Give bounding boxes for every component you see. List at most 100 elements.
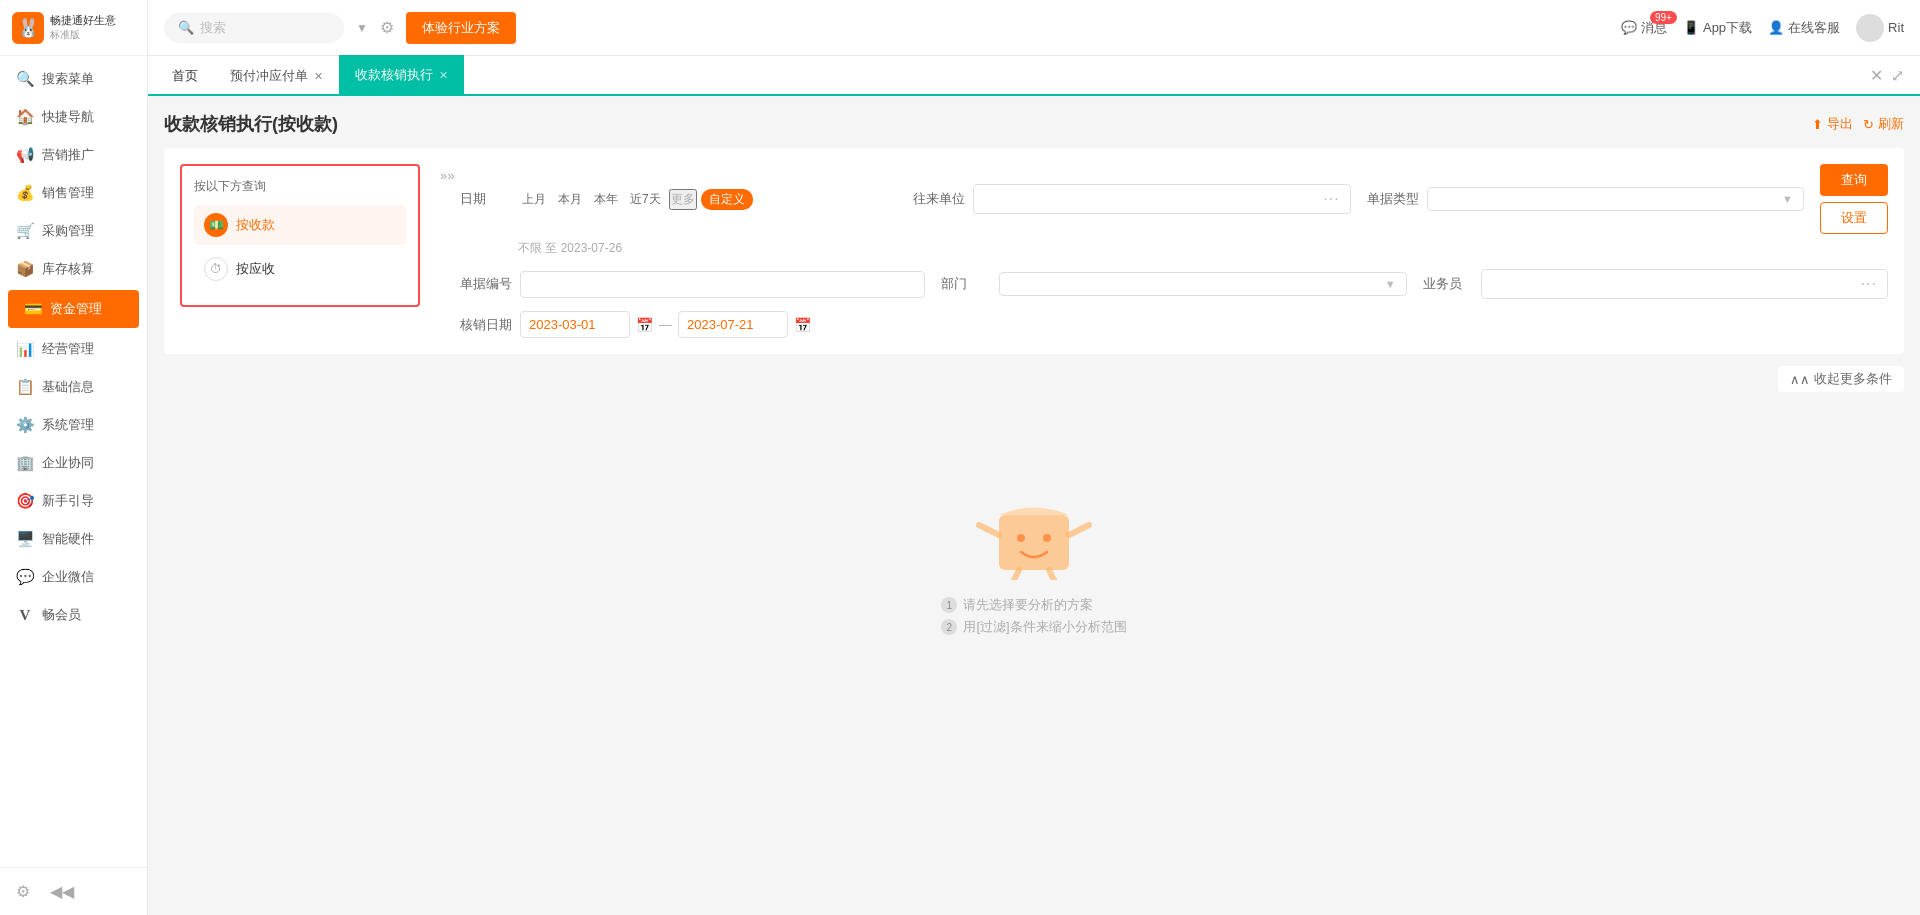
sidebar-item-finance[interactable]: 💳 资金管理 [8,290,139,328]
staff-select[interactable]: ··· [1481,269,1888,299]
counterparty-select[interactable]: ··· [973,184,1350,214]
marketing-icon: 📢 [16,146,34,164]
bill-type-label: 单据类型 [1367,190,1419,208]
settings-gear-icon[interactable]: ⚙ [16,882,30,901]
user-profile[interactable]: Rit [1856,14,1904,42]
home-icon: 🏠 [16,108,34,126]
system-icon: ⚙️ [16,416,34,434]
app-download-button[interactable]: 📱 App下载 [1683,19,1752,37]
sidebar-item-label: 资金管理 [50,300,102,318]
date-this-year-btn[interactable]: 本年 [590,189,622,210]
sidebar-item-system[interactable]: ⚙️ 系统管理 [0,406,147,444]
tab-prepay-close-icon[interactable]: ✕ [314,70,323,83]
finance-icon: 💳 [24,300,42,318]
app-download-icon: 📱 [1683,20,1699,35]
app-download-label: App下载 [1703,19,1752,37]
date-this-month-btn[interactable]: 本月 [554,189,586,210]
collapse-sidebar-icon[interactable]: ◀◀ [50,882,74,901]
sidebar-item-nav[interactable]: 🏠 快捷导航 [0,98,147,136]
expand-tab-icon[interactable]: ⤢ [1891,66,1904,85]
sidebar-item-vip[interactable]: V 畅会员 [0,596,147,634]
wechat-icon: 💬 [16,568,34,586]
sidebar-menu: 🔍 搜索菜单 🏠 快捷导航 📢 营销推广 💰 销售管理 🛒 采购管理 📦 库存核… [0,56,147,867]
enterprise-icon: 🏢 [16,454,34,472]
verify-date-label: 核销日期 [460,316,512,334]
sidebar-item-hardware[interactable]: 🖥️ 智能硬件 [0,520,147,558]
sidebar-item-label: 快捷导航 [42,108,94,126]
topbar-dropdown-icon[interactable]: ▼ [356,21,368,35]
date-more-btn[interactable]: 更多 [669,189,697,210]
date-last-month-btn[interactable]: 上月 [518,189,550,210]
sidebar-item-guide[interactable]: 🎯 新手引导 [0,482,147,520]
sidebar-item-enterprise[interactable]: 🏢 企业协同 [0,444,147,482]
filter-option-by-payment[interactable]: 💵 按收款 [194,205,406,245]
search-placeholder: 搜索 [200,19,226,37]
sidebar-item-inventory[interactable]: 📦 库存核算 [0,250,147,288]
bill-no-input[interactable] [520,271,925,298]
service-label: 在线客服 [1788,19,1840,37]
bill-type-arrow-icon: ▼ [1782,193,1793,205]
verify-date-group: 📅 — 📅 [520,311,1307,338]
bill-no-label: 单据编号 [460,275,512,293]
filter-staff-cell: 业务员 ··· [1423,269,1888,299]
tab-home[interactable]: 首页 [156,55,214,95]
date-custom-btn[interactable]: 自定义 [701,189,753,210]
sidebar-item-marketing[interactable]: 📢 营销推广 [0,136,147,174]
tabbar-actions: ✕ ⤢ [1870,66,1912,85]
chevron-up-icon: ∧∧ [1790,372,1810,387]
tab-verify[interactable]: 收款核销执行 ✕ [339,55,464,95]
inventory-icon: 📦 [16,260,34,278]
counterparty-label: 往来单位 [913,190,965,208]
dept-select[interactable]: ▼ [999,272,1406,296]
sidebar-item-label: 企业微信 [42,568,94,586]
close-tab-icon[interactable]: ✕ [1870,66,1883,85]
management-icon: 📊 [16,340,34,358]
user-name: Rit [1888,20,1904,35]
verify-date-start-calendar-icon[interactable]: 📅 [636,317,653,333]
date-shortcuts: 上月 本月 本年 近7天 更多 自定义 [518,189,753,210]
sidebar-item-basic-info[interactable]: 📋 基础信息 [0,368,147,406]
date-last-7days-btn[interactable]: 近7天 [626,189,665,210]
empty-hint-1-text: 请先选择要分析的方案 [963,596,1093,614]
sidebar-item-purchase[interactable]: 🛒 采购管理 [0,212,147,250]
sidebar: 🐰 畅捷通好生意 标准版 🔍 搜索菜单 🏠 快捷导航 📢 营销推广 💰 销售管理… [0,0,148,915]
page-actions: ⬆ 导出 ↻ 刷新 [1812,115,1904,133]
sidebar-item-search[interactable]: 🔍 搜索菜单 [0,60,147,98]
sales-icon: 💰 [16,184,34,202]
tab-verify-close-icon[interactable]: ✕ [439,69,448,82]
topbar-search[interactable]: 🔍 搜索 [164,13,344,43]
verify-date-separator: — [659,317,672,332]
sidebar-item-label: 基础信息 [42,378,94,396]
verify-date-end-calendar-icon[interactable]: 📅 [794,317,811,333]
sidebar-item-wechat[interactable]: 💬 企业微信 [0,558,147,596]
message-badge: 99+ [1650,11,1677,24]
industry-solution-button[interactable]: 体验行业方案 [406,12,516,44]
sidebar-item-label: 畅会员 [42,606,81,624]
online-service-button[interactable]: 👤 在线客服 [1768,19,1840,37]
verify-date-end-input[interactable] [678,311,788,338]
empty-hint-1: 1 请先选择要分析的方案 [941,596,1126,614]
message-button[interactable]: 💬 消息 99+ [1621,19,1667,37]
content-area: 收款核销执行(按收款) ⬆ 导出 ↻ 刷新 按以下方查询 💵 [148,96,1920,915]
verify-date-start-input[interactable] [520,311,630,338]
sidebar-item-label: 销售管理 [42,184,94,202]
export-button[interactable]: ⬆ 导出 [1812,115,1853,133]
filter-option-by-receivable[interactable]: ⏱ 按应收 [194,249,406,289]
app-name: 畅捷通好生意 [50,13,116,28]
refresh-button[interactable]: ↻ 刷新 [1863,115,1904,133]
collapse-more-button[interactable]: ∧∧ 收起更多条件 [1778,366,1904,392]
topbar-gear-icon[interactable]: ⚙ [380,18,394,37]
app-edition: 标准版 [50,28,116,42]
filter-counterparty-cell: 往来单位 ··· [913,184,1350,214]
sidebar-item-management[interactable]: 📊 经营管理 [0,330,147,368]
sidebar-item-sales[interactable]: 💰 销售管理 [0,174,147,212]
dept-arrow-icon: ▼ [1385,278,1396,290]
filter-collapse-button[interactable]: »» [440,164,460,183]
export-label: 导出 [1827,115,1853,133]
bill-type-select[interactable]: ▼ [1427,187,1804,211]
query-button[interactable]: 查询 [1820,164,1888,196]
settings-button[interactable]: 设置 [1820,202,1888,234]
tab-prepay[interactable]: 预付冲应付单 ✕ [214,55,339,95]
sidebar-item-label: 采购管理 [42,222,94,240]
page-header: 收款核销执行(按收款) ⬆ 导出 ↻ 刷新 [164,112,1904,136]
